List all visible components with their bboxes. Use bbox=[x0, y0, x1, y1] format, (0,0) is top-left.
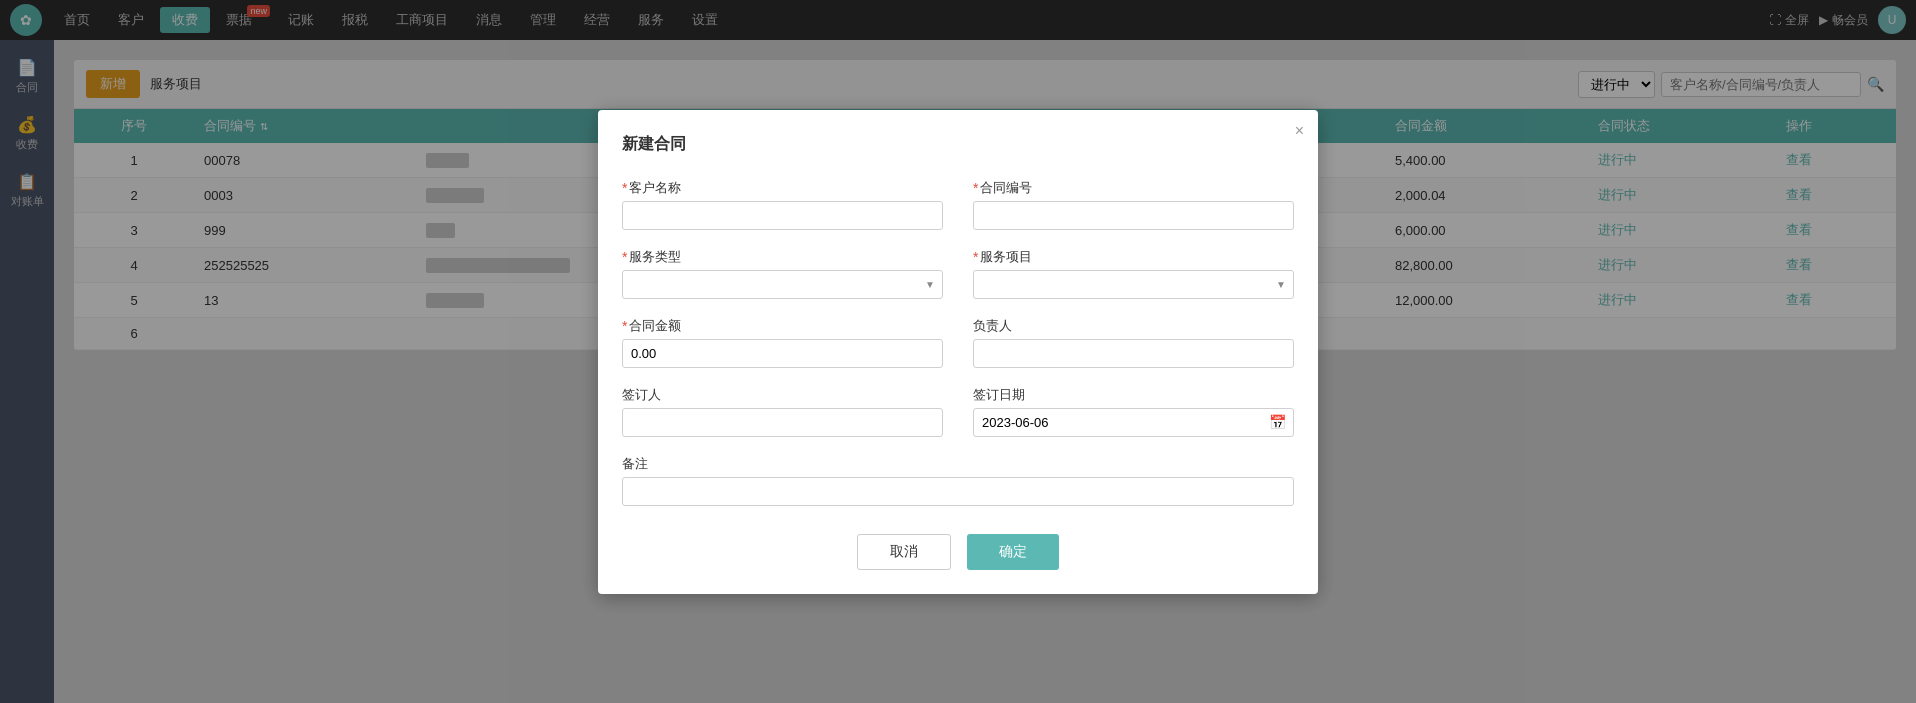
sign-date-row: 签订日期 📅 bbox=[973, 386, 1294, 437]
service-item-row: * 服务项目 ▼ bbox=[973, 248, 1294, 299]
contract-amount-label: * 合同金额 bbox=[622, 317, 943, 335]
service-type-label: * 服务类型 bbox=[622, 248, 943, 266]
responsible-person-input[interactable] bbox=[973, 339, 1294, 368]
contract-no-label: * 合同编号 bbox=[973, 179, 1294, 197]
sign-date-input[interactable] bbox=[973, 408, 1294, 437]
service-item-input[interactable] bbox=[973, 270, 1294, 299]
responsible-person-row: 负责人 bbox=[973, 317, 1294, 368]
signatory-label: 签订人 bbox=[622, 386, 943, 404]
cancel-button[interactable]: 取消 bbox=[857, 534, 951, 570]
modal-overlay: × 新建合同 * 客户名称 * 合同编号 bbox=[54, 40, 1916, 703]
customer-name-row: * 客户名称 bbox=[622, 179, 943, 230]
dialog-title: 新建合同 bbox=[622, 134, 1294, 155]
main-layout: 📄 合同 💰 收费 📋 对账单 新增 服务项目 进行中 已完成 已终止 bbox=[0, 40, 1916, 703]
content-area: 新增 服务项目 进行中 已完成 已终止 🔍 序号 bbox=[54, 40, 1916, 703]
remark-label: 备注 bbox=[622, 455, 1294, 473]
dialog-footer: 取消 确定 bbox=[622, 534, 1294, 570]
sign-date-label: 签订日期 bbox=[973, 386, 1294, 404]
contract-no-input[interactable] bbox=[973, 201, 1294, 230]
service-type-input[interactable] bbox=[622, 270, 943, 299]
remark-input[interactable] bbox=[622, 477, 1294, 506]
service-type-row: * 服务类型 ▼ bbox=[622, 248, 943, 299]
customer-name-input[interactable] bbox=[622, 201, 943, 230]
contract-no-row: * 合同编号 bbox=[973, 179, 1294, 230]
service-item-wrapper: ▼ bbox=[973, 270, 1294, 299]
sign-date-wrapper: 📅 bbox=[973, 408, 1294, 437]
dialog-close-button[interactable]: × bbox=[1295, 122, 1304, 140]
confirm-button[interactable]: 确定 bbox=[967, 534, 1059, 570]
contract-amount-input[interactable] bbox=[622, 339, 943, 368]
service-type-wrapper: ▼ bbox=[622, 270, 943, 299]
signatory-row: 签订人 bbox=[622, 386, 943, 437]
remark-row: 备注 bbox=[622, 455, 1294, 506]
signatory-input[interactable] bbox=[622, 408, 943, 437]
responsible-person-label: 负责人 bbox=[973, 317, 1294, 335]
new-contract-dialog: × 新建合同 * 客户名称 * 合同编号 bbox=[598, 110, 1318, 594]
service-item-label: * 服务项目 bbox=[973, 248, 1294, 266]
contract-amount-row: * 合同金额 bbox=[622, 317, 943, 368]
customer-name-label: * 客户名称 bbox=[622, 179, 943, 197]
form-grid: * 客户名称 * 合同编号 bbox=[622, 179, 1294, 506]
